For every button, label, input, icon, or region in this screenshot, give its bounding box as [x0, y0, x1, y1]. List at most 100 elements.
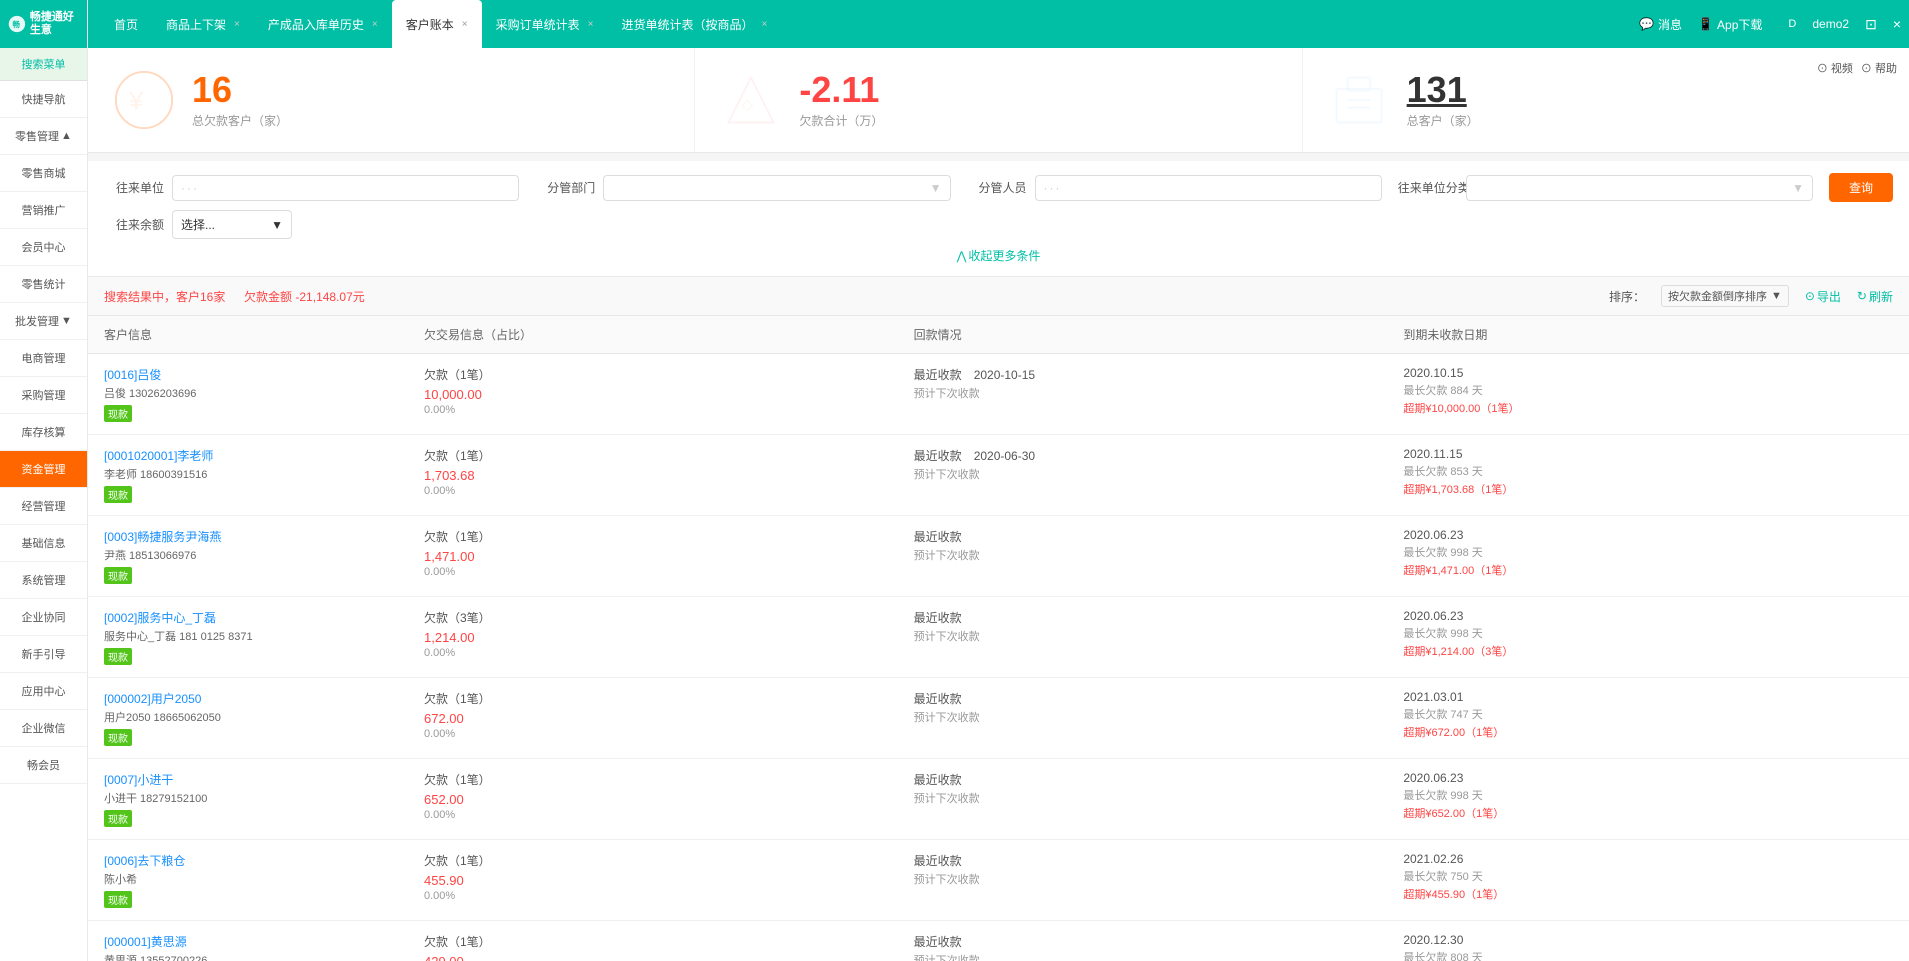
overdue-link-1[interactable]: 超期¥1,703.68（1笔）	[1403, 481, 1893, 497]
sidebar-item-kucun[interactable]: 库存核算	[0, 414, 87, 451]
customer-name-4[interactable]: [000002]用户2050	[104, 690, 424, 707]
tab-inbound[interactable]: 进货单统计表（按商品） ×	[607, 0, 781, 48]
overdue-link-6[interactable]: 超期¥455.90（1笔）	[1403, 886, 1893, 902]
sidebar-item-dianshang[interactable]: 电商管理	[0, 340, 87, 377]
search-menu-btn[interactable]: 搜索菜单	[0, 48, 87, 81]
filter-item-unit: 往来单位 ···	[104, 175, 519, 201]
debt-amount-1[interactable]: 1,703.68	[424, 468, 914, 483]
global-actions: 💬 消息 📱 App下载 D demo2 ⊡ ×	[1639, 0, 1901, 48]
filter-label-dept: 分管部门	[535, 179, 595, 196]
app-download-btn[interactable]: 📱 App下载	[1698, 16, 1762, 33]
overdue-link-0[interactable]: 超期¥10,000.00（1笔）	[1403, 400, 1893, 416]
customer-name-7[interactable]: [000001]黄思源	[104, 933, 424, 950]
sidebar-item-pifaguanli[interactable]: 批发管理 ▼	[0, 303, 87, 340]
close-purchase-tab[interactable]: ×	[588, 19, 594, 30]
col-customer: 客户信息	[104, 326, 424, 343]
customer-name-0[interactable]: [0016]吕俊	[104, 366, 424, 383]
close-goods-tab[interactable]: ×	[234, 19, 240, 30]
debt-info-5: 欠款（1笔） 652.00 0.00%	[424, 771, 914, 821]
due-date-5: 2020.06.23	[1403, 771, 1893, 785]
stat-label-debt: 欠款合计（万）	[799, 112, 883, 129]
debt-info-2: 欠款（1笔） 1,471.00 0.00%	[424, 528, 914, 578]
tab-home[interactable]: 首页	[100, 0, 152, 48]
due-detail-1: 最长欠款 853 天	[1403, 463, 1893, 479]
close-produce-tab[interactable]: ×	[372, 19, 378, 30]
table-row: [0006]去下粮仓 陈小希 现款 欠款（1笔） 455.90 0.00% 最近…	[88, 840, 1909, 921]
sidebar-item-yingyong[interactable]: 应用中心	[0, 673, 87, 710]
customer-name-2[interactable]: [0003]畅捷服务尹海燕	[104, 528, 424, 545]
sidebar-item-qiyewx[interactable]: 企业微信	[0, 710, 87, 747]
data-table: 客户信息 欠交易信息（占比） 回款情况 到期未收款日期 [0016]吕俊 吕俊 …	[88, 316, 1909, 961]
filter-input-category[interactable]: ▼	[1466, 175, 1813, 201]
filter-item-category: 往来单位分类 ▼	[1398, 175, 1813, 201]
stat-number-total: 131	[1407, 72, 1479, 108]
help-btn[interactable]: ⊙ 帮助	[1861, 60, 1897, 76]
customer-name-1[interactable]: [0001020001]李老师	[104, 447, 424, 464]
sidebar-item-huiyuan[interactable]: 会员中心	[0, 229, 87, 266]
query-button[interactable]: 查询	[1829, 173, 1893, 202]
overdue-link-4[interactable]: 超期¥672.00（1笔）	[1403, 724, 1893, 740]
filter-input-dept[interactable]: ▼	[603, 175, 950, 201]
filter-input-unit[interactable]: ···	[172, 175, 519, 201]
close-inbound-tab[interactable]: ×	[761, 19, 767, 30]
customer-name-3[interactable]: [0002]服务中心_丁磊	[104, 609, 424, 626]
sidebar-item-caigou[interactable]: 采购管理	[0, 377, 87, 414]
payment-date-0: 最近收款 2020-10-15	[914, 366, 1404, 383]
payment-info-5: 最近收款 预计下次收款	[914, 771, 1404, 806]
close-customer-tab[interactable]: ×	[462, 19, 468, 30]
table-row: [000002]用户2050 用户2050 18665062050 现款 欠款（…	[88, 678, 1909, 759]
avatar: D	[1778, 10, 1806, 38]
sidebar-item-kuaijie[interactable]: 快捷导航	[0, 81, 87, 118]
sidebar-item-xinshou[interactable]: 新手引导	[0, 636, 87, 673]
tab-goods[interactable]: 商品上下架 ×	[152, 0, 254, 48]
collapse-btn[interactable]: ⋀ 收起更多条件	[104, 247, 1893, 264]
payment-label-7: 最近收款	[914, 933, 1404, 950]
customer-info-0: [0016]吕俊 吕俊 13026203696 现款	[104, 366, 424, 422]
close-btn[interactable]: ×	[1893, 16, 1901, 32]
customer-name-5[interactable]: [0007]小进干	[104, 771, 424, 788]
sidebar-item-lingsoushangcheng[interactable]: 零售商城	[0, 155, 87, 192]
tab-produce[interactable]: 产成品入库单历史 ×	[254, 0, 392, 48]
video-btn[interactable]: ⊙ 视频	[1817, 60, 1853, 76]
due-info-1: 2020.11.15 最长欠款 853 天 超期¥1,703.68（1笔）	[1403, 447, 1893, 497]
tab-purchase[interactable]: 采购订单统计表 ×	[482, 0, 608, 48]
sidebar-item-changhuy[interactable]: 畅会员	[0, 747, 87, 784]
sidebar-item-jingying[interactable]: 经营管理	[0, 488, 87, 525]
due-info-4: 2021.03.01 最长欠款 747 天 超期¥672.00（1笔）	[1403, 690, 1893, 740]
sort-select[interactable]: 按欠款金额倒序排序 ▼	[1661, 285, 1789, 307]
payment-label-5: 最近收款	[914, 771, 1404, 788]
overdue-link-3[interactable]: 超期¥1,214.00（3笔）	[1403, 643, 1893, 659]
overdue-link-2[interactable]: 超期¥1,471.00（1笔）	[1403, 562, 1893, 578]
due-info-7: 2020.12.30 最长欠款 808 天 超期¥429.00（1笔）	[1403, 933, 1893, 961]
debt-amount-4[interactable]: 672.00	[424, 711, 914, 726]
debt-count-5: 欠款（1笔）	[424, 771, 914, 788]
stat-icon-debt: ◇	[719, 68, 783, 132]
debt-count-4: 欠款（1笔）	[424, 690, 914, 707]
expand-btn[interactable]: ⊡	[1865, 16, 1877, 33]
result-actions: 排序： 按欠款金额倒序排序 ▼ ⊙ 导出 ↻ 刷新	[1609, 285, 1893, 307]
debt-amount-5[interactable]: 652.00	[424, 792, 914, 807]
filter-input-person[interactable]: ···	[1035, 175, 1382, 201]
debt-amount-0[interactable]: 10,000.00	[424, 387, 914, 402]
sidebar-item-yingxiao[interactable]: 营销推广	[0, 192, 87, 229]
sidebar-item-lingshouguan[interactable]: 零售管理 ▲	[0, 118, 87, 155]
sidebar-item-qiyexiey[interactable]: 企业协同	[0, 599, 87, 636]
tab-customer[interactable]: 客户账本 ×	[392, 0, 482, 48]
debt-amount-3[interactable]: 1,214.00	[424, 630, 914, 645]
debt-amount-6[interactable]: 455.90	[424, 873, 914, 888]
stat-card-total: 131 总客户（家） ⊙ 视频 ⊙ 帮助	[1303, 48, 1909, 152]
customer-name-6[interactable]: [0006]去下粮仓	[104, 852, 424, 869]
export-btn[interactable]: ⊙ 导出	[1805, 288, 1841, 305]
debt-amount-7[interactable]: 429.00	[424, 954, 914, 961]
overdue-link-5[interactable]: 超期¥652.00（1笔）	[1403, 805, 1893, 821]
user-avatar-btn[interactable]: D demo2	[1778, 10, 1849, 38]
message-btn[interactable]: 💬 消息	[1639, 16, 1682, 33]
refresh-btn[interactable]: ↻ 刷新	[1857, 288, 1893, 305]
debt-amount-2[interactable]: 1,471.00	[424, 549, 914, 564]
sidebar-item-lingshoutongji[interactable]: 零售统计	[0, 266, 87, 303]
sidebar-item-zijin[interactable]: 资金管理	[0, 451, 87, 488]
filter-select-balance[interactable]: 选择... ▼	[172, 210, 292, 239]
customer-sub-7: 黄思源 13552700226	[104, 952, 424, 961]
sidebar-item-jichu[interactable]: 基础信息	[0, 525, 87, 562]
sidebar-item-xitong[interactable]: 系统管理	[0, 562, 87, 599]
